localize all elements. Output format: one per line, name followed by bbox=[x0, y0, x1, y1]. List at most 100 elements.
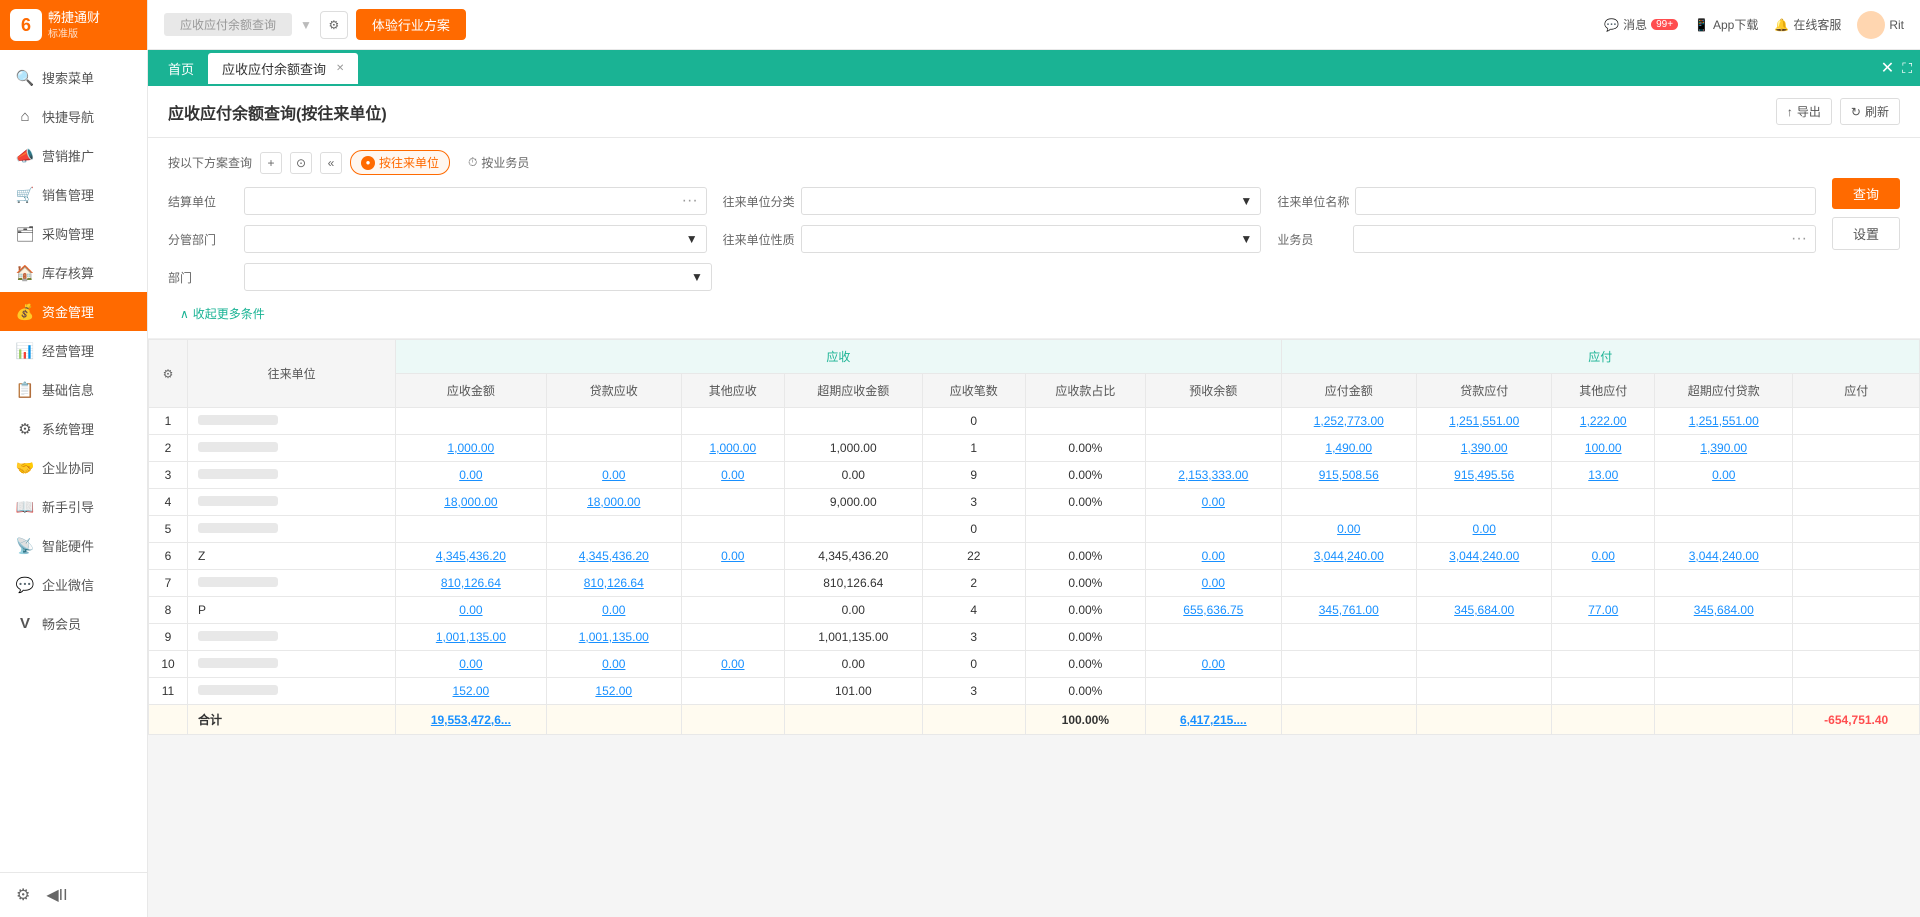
cell-other-receivable[interactable]: 0.00 bbox=[681, 651, 784, 678]
cell-receivable-amount[interactable]: 4,345,436.20 bbox=[396, 543, 546, 570]
cell-loan-receivable[interactable]: 0.00 bbox=[546, 462, 681, 489]
cell-other-payable[interactable] bbox=[1552, 651, 1655, 678]
total-prepaid[interactable]: 6,417,215.... bbox=[1146, 705, 1281, 735]
collapse-scheme-button[interactable]: « bbox=[320, 152, 342, 174]
cell-prepaid-balance[interactable] bbox=[1146, 624, 1281, 651]
cell-loan-payable[interactable] bbox=[1416, 624, 1551, 651]
sidebar-item-basic[interactable]: 📋 基础信息 bbox=[0, 370, 147, 409]
cell-other-payable[interactable] bbox=[1552, 678, 1655, 705]
cell-loan-receivable[interactable]: 152.00 bbox=[546, 678, 681, 705]
cell-loan-payable[interactable] bbox=[1416, 489, 1551, 516]
cell-loan-receivable[interactable]: 0.00 bbox=[546, 597, 681, 624]
sidebar-item-guide[interactable]: 📖 新手引导 bbox=[0, 487, 147, 526]
cell-other-payable[interactable]: 77.00 bbox=[1552, 597, 1655, 624]
sidebar-item-enterprise[interactable]: 🤝 企业协同 bbox=[0, 448, 147, 487]
cell-overdue-payable[interactable] bbox=[1655, 678, 1793, 705]
cell-loan-payable[interactable]: 1,390.00 bbox=[1416, 435, 1551, 462]
cell-prepaid-balance[interactable]: 655,636.75 bbox=[1146, 597, 1281, 624]
cell-loan-receivable[interactable] bbox=[546, 435, 681, 462]
cell-loan-payable[interactable]: 0.00 bbox=[1416, 516, 1551, 543]
settings-button[interactable]: ⚙ bbox=[320, 11, 348, 39]
sidebar-item-system[interactable]: ⚙ 系统管理 bbox=[0, 409, 147, 448]
cell-payable-amount[interactable] bbox=[1281, 624, 1416, 651]
cell-other-payable[interactable]: 100.00 bbox=[1552, 435, 1655, 462]
add-scheme-button[interactable]: + bbox=[260, 152, 282, 174]
cell-loan-payable[interactable]: 345,684.00 bbox=[1416, 597, 1551, 624]
cell-receivable-amount[interactable]: 1,001,135.00 bbox=[396, 624, 546, 651]
select-salesperson[interactable]: ··· bbox=[1353, 225, 1816, 253]
cell-prepaid-balance[interactable] bbox=[1146, 678, 1281, 705]
cell-loan-payable[interactable] bbox=[1416, 651, 1551, 678]
cell-prepaid-balance[interactable] bbox=[1146, 435, 1281, 462]
refresh-button[interactable]: ↻ 刷新 bbox=[1840, 98, 1900, 125]
select-partner-nature[interactable]: ▼ bbox=[801, 225, 1262, 253]
cell-receivable-amount[interactable] bbox=[396, 516, 546, 543]
cell-other-payable[interactable]: 0.00 bbox=[1552, 543, 1655, 570]
cell-receivable-amount[interactable]: 0.00 bbox=[396, 651, 546, 678]
cell-loan-payable[interactable]: 1,251,551.00 bbox=[1416, 408, 1551, 435]
notification-button[interactable]: 💬 消息 99+ bbox=[1604, 16, 1678, 33]
scheme-option-salesperson[interactable]: ⏱ 按业务员 bbox=[458, 150, 539, 175]
settings-button2[interactable]: 设置 bbox=[1832, 217, 1900, 250]
cell-other-payable[interactable] bbox=[1552, 516, 1655, 543]
sidebar-item-hardware[interactable]: 📡 智能硬件 bbox=[0, 526, 147, 565]
cell-payable-amount[interactable]: 345,761.00 bbox=[1281, 597, 1416, 624]
cell-prepaid-balance[interactable]: 0.00 bbox=[1146, 489, 1281, 516]
cell-other-payable[interactable] bbox=[1552, 489, 1655, 516]
total-receivable[interactable]: 19,553,472,6... bbox=[396, 705, 546, 735]
cell-loan-payable[interactable] bbox=[1416, 678, 1551, 705]
cell-prepaid-balance[interactable] bbox=[1146, 408, 1281, 435]
cell-payable-amount[interactable]: 1,252,773.00 bbox=[1281, 408, 1416, 435]
collapse-more-button[interactable]: ∧ 收起更多条件 bbox=[168, 301, 1816, 326]
cell-other-receivable[interactable] bbox=[681, 516, 784, 543]
sidebar-item-inventory[interactable]: 🏠 库存核算 bbox=[0, 253, 147, 292]
cell-receivable-amount[interactable]: 152.00 bbox=[396, 678, 546, 705]
cell-loan-payable[interactable]: 3,044,240.00 bbox=[1416, 543, 1551, 570]
sidebar-item-finance[interactable]: 💰 资金管理 bbox=[0, 292, 147, 331]
th-settings[interactable]: ⚙ bbox=[149, 340, 188, 408]
cell-other-receivable[interactable] bbox=[681, 597, 784, 624]
sidebar-item-marketing[interactable]: 📣 营销推广 bbox=[0, 136, 147, 175]
cell-loan-payable[interactable]: 915,495.56 bbox=[1416, 462, 1551, 489]
cell-payable-amount[interactable]: 0.00 bbox=[1281, 516, 1416, 543]
tab-balance[interactable]: 应收应付余额查询 ✕ bbox=[208, 53, 358, 84]
cell-receivable-amount[interactable]: 810,126.64 bbox=[396, 570, 546, 597]
sidebar-item-sales[interactable]: 🛒 销售管理 bbox=[0, 175, 147, 214]
cell-overdue-payable[interactable]: 0.00 bbox=[1655, 462, 1793, 489]
tab-close-icon[interactable]: ✕ bbox=[336, 63, 344, 74]
cell-other-receivable[interactable] bbox=[681, 408, 784, 435]
cell-loan-receivable[interactable] bbox=[546, 408, 681, 435]
cell-loan-receivable[interactable] bbox=[546, 516, 681, 543]
cell-other-receivable[interactable]: 0.00 bbox=[681, 462, 784, 489]
select-settlement[interactable]: ··· bbox=[244, 187, 707, 215]
select-partner-category[interactable]: ▼ bbox=[801, 187, 1262, 215]
cell-other-receivable[interactable] bbox=[681, 570, 784, 597]
cell-overdue-payable[interactable]: 3,044,240.00 bbox=[1655, 543, 1793, 570]
cell-prepaid-balance[interactable]: 2,153,333.00 bbox=[1146, 462, 1281, 489]
cell-other-payable[interactable]: 13.00 bbox=[1552, 462, 1655, 489]
cell-payable-amount[interactable] bbox=[1281, 489, 1416, 516]
trial-button[interactable]: 体验行业方案 bbox=[356, 9, 466, 40]
table-gear-icon[interactable]: ⚙ bbox=[159, 365, 177, 383]
cell-loan-receivable[interactable]: 0.00 bbox=[546, 651, 681, 678]
cell-other-receivable[interactable] bbox=[681, 489, 784, 516]
select-dept[interactable]: ▼ bbox=[244, 263, 712, 291]
cell-overdue-payable[interactable] bbox=[1655, 651, 1793, 678]
cell-receivable-amount[interactable] bbox=[396, 408, 546, 435]
sidebar-item-search[interactable]: 🔍 搜索菜单 bbox=[0, 58, 147, 97]
sidebar-item-purchase[interactable]: 🗂 采购管理 bbox=[0, 214, 147, 253]
cell-overdue-payable[interactable] bbox=[1655, 570, 1793, 597]
cell-prepaid-balance[interactable]: 0.00 bbox=[1146, 570, 1281, 597]
user-profile[interactable]: Rit bbox=[1857, 11, 1904, 39]
cell-prepaid-balance[interactable]: 0.00 bbox=[1146, 651, 1281, 678]
cell-overdue-payable[interactable]: 1,251,551.00 bbox=[1655, 408, 1793, 435]
collapse-sidebar-icon[interactable]: ◀II bbox=[46, 885, 67, 905]
cell-payable-amount[interactable] bbox=[1281, 678, 1416, 705]
cell-payable-amount[interactable]: 915,508.56 bbox=[1281, 462, 1416, 489]
export-button[interactable]: ↑ 导出 bbox=[1776, 98, 1832, 125]
cell-other-receivable[interactable]: 1,000.00 bbox=[681, 435, 784, 462]
sidebar-item-operations[interactable]: 📊 经营管理 bbox=[0, 331, 147, 370]
online-service-button[interactable]: 🔔 在线客服 bbox=[1774, 16, 1841, 33]
tab-window-expand-icon[interactable]: ⛶ bbox=[1902, 60, 1912, 77]
cell-loan-payable[interactable] bbox=[1416, 570, 1551, 597]
